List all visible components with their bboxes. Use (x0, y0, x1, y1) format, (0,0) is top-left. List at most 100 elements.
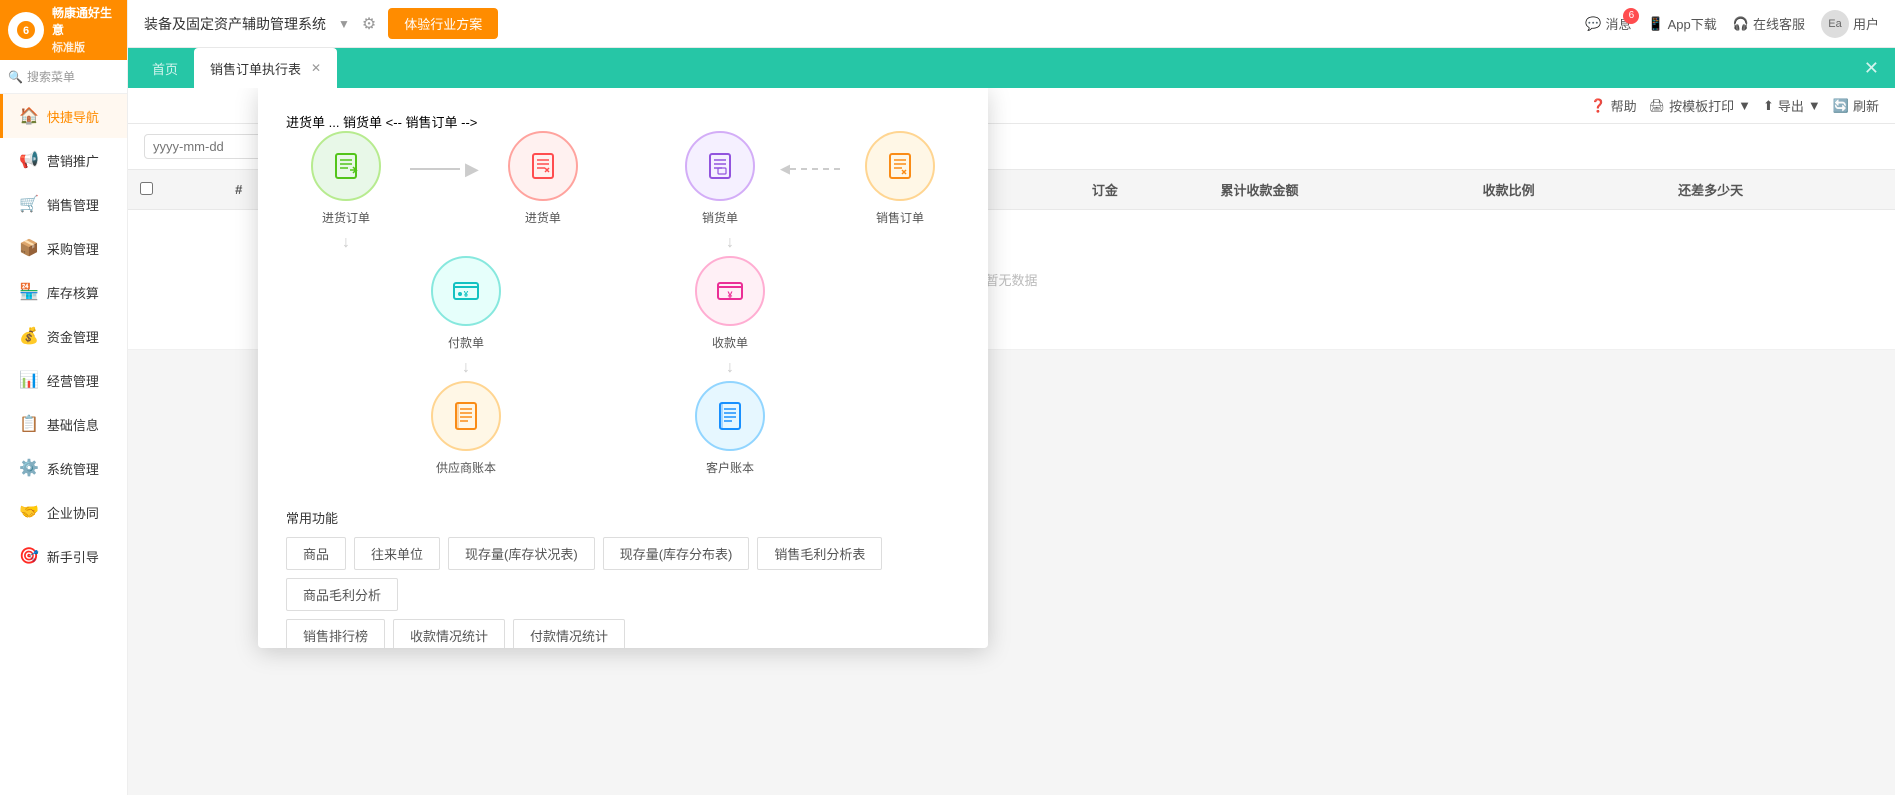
tab-bar: 首页 销售订单执行表 ✕ ✕ (128, 48, 1895, 88)
logo-sub: 标准版 (52, 39, 119, 55)
flow-node-customer-account[interactable]: 客户账本 (670, 381, 790, 476)
common-btn-receipt-stat[interactable]: 收款情况统计 (393, 619, 505, 648)
common-btn-payment-stat[interactable]: 付款情况统计 (513, 619, 625, 648)
flow-node-sales-order[interactable]: 销售订单 (840, 131, 960, 226)
marketing-icon: 📢 (19, 150, 39, 170)
supplier-account-icon (431, 381, 501, 451)
sidebar-item-collab[interactable]: 🤝 企业协同 (0, 490, 127, 534)
modal-box: 进货单 ... 销货单 <-- 销售订单 --> 进货订单 ▶ (258, 88, 988, 648)
down-arrow-1: ↓ (286, 234, 406, 252)
sales-bill-label: 销货单 (702, 209, 738, 226)
collab-icon: 🤝 (19, 502, 39, 522)
dropdown-icon[interactable]: ▼ (338, 17, 350, 31)
system-title: 装备及固定资产辅助管理系统 (144, 14, 326, 34)
finance-icon: 💰 (19, 326, 39, 346)
guide-icon: 🎯 (19, 546, 39, 566)
col-checkbox[interactable] (128, 170, 223, 210)
business-icon: 📊 (19, 370, 39, 390)
receipt-label: 收款单 (712, 334, 748, 351)
tab-home[interactable]: 首页 (136, 48, 194, 88)
common-functions-section: 常用功能 商品 往来单位 现存量(库存状况表) 现存量(库存分布表) 销售毛利分… (286, 508, 960, 648)
tab-sales-order-label: 销售订单执行表 (210, 59, 301, 78)
search-label: 搜索菜单 (27, 68, 75, 85)
sidebar-item-label: 新手引导 (47, 547, 99, 566)
purchase-bill-icon (508, 131, 578, 201)
tab-bar-close-icon[interactable]: ✕ (1856, 58, 1887, 79)
sales-order-icon (865, 131, 935, 201)
flow-node-sales-bill[interactable]: 销货单 (660, 131, 780, 226)
sidebar-item-label: 库存核算 (47, 283, 99, 302)
app-icon: 📱 (1647, 16, 1663, 32)
sales-bill-icon (685, 131, 755, 201)
service-icon: 🎧 (1733, 16, 1749, 32)
svg-text:6: 6 (23, 25, 29, 37)
search-icon: 🔍 (8, 70, 23, 84)
sidebar-item-purchase[interactable]: 📦 采购管理 (0, 226, 127, 270)
sidebar-item-business[interactable]: 📊 经营管理 (0, 358, 127, 402)
purchase-bill-label: 进货单 (525, 209, 561, 226)
sidebar-item-label: 经营管理 (47, 371, 99, 390)
tab-close-icon[interactable]: ✕ (311, 61, 321, 75)
select-all-checkbox[interactable] (140, 182, 153, 195)
sidebar-item-label: 采购管理 (47, 239, 99, 258)
flow-node-supplier-account[interactable]: 供应商账本 (406, 381, 526, 476)
sidebar-item-system[interactable]: ⚙️ 系统管理 (0, 446, 127, 490)
flow-row-1: 进货订单 ▶ 进货单 (286, 131, 960, 234)
dashed-arrow-1: ◀ (780, 161, 840, 177)
sidebar-item-marketing[interactable]: 📢 营销推广 (0, 138, 127, 182)
common-btn-sales-profit[interactable]: 销售毛利分析表 (757, 537, 882, 570)
common-btn-stock-status[interactable]: 现存量(库存状况表) (448, 537, 595, 570)
tab-sales-order[interactable]: 销售订单执行表 ✕ (194, 48, 337, 88)
sidebar-item-sales[interactable]: 🛒 销售管理 (0, 182, 127, 226)
sidebar-item-label: 销售管理 (47, 195, 99, 214)
sidebar-item-basic[interactable]: 📋 基础信息 (0, 402, 127, 446)
sidebar-item-label: 基础信息 (47, 415, 99, 434)
sidebar-nav: 🏠 快捷导航 📢 营销推广 🛒 销售管理 📦 采购管理 🏪 库存核算 💰 资金管… (0, 94, 127, 795)
flow-node-purchase-order[interactable]: 进货订单 (286, 131, 406, 226)
search-menu[interactable]: 🔍 搜索菜单 (0, 60, 127, 94)
common-buttons-row-2: 销售排行榜 收款情况统计 付款情况统计 (286, 619, 960, 648)
sidebar-item-guide[interactable]: 🎯 新手引导 (0, 534, 127, 578)
purchase-order-icon (311, 131, 381, 201)
down-arrows-row-2: ↓ ↓ (286, 359, 960, 381)
common-btn-stock-dist[interactable]: 现存量(库存分布表) (603, 537, 750, 570)
tab-home-label: 首页 (152, 59, 178, 78)
arrow-1: ▶ (406, 158, 483, 180)
service-btn[interactable]: 🎧 在线客服 (1733, 14, 1805, 33)
down-arrow-2: ↓ (670, 234, 790, 252)
message-btn[interactable]: 💬 消息 6 (1585, 14, 1631, 33)
sales-icon: 🛒 (19, 194, 39, 214)
payment-icon: ¥ (431, 256, 501, 326)
sidebar-item-finance[interactable]: 💰 资金管理 (0, 314, 127, 358)
common-functions-title: 常用功能 (286, 508, 960, 527)
modal-overlay: 进货单 ... 销货单 <-- 销售订单 --> 进货订单 ▶ (258, 88, 1895, 795)
user-btn[interactable]: Ea 用户 (1821, 10, 1879, 38)
common-btn-sales-rank[interactable]: 销售排行榜 (286, 619, 385, 648)
main-area: 装备及固定资产辅助管理系统 ▼ ⚙ 体验行业方案 💬 消息 6 📱 App下载 … (128, 0, 1895, 795)
flow-node-payment[interactable]: ¥ 付款单 (406, 256, 526, 351)
avatar: Ea (1821, 10, 1849, 38)
common-btn-product[interactable]: 商品 (286, 537, 346, 570)
sidebar-item-quick[interactable]: 🏠 快捷导航 (0, 94, 127, 138)
flow-row-2: ¥ 付款单 ¥ 收款单 (286, 256, 960, 359)
flow-row-3: 供应商账本 客户账本 (286, 381, 960, 492)
common-btn-product-profit[interactable]: 商品毛利分析 (286, 578, 398, 611)
common-btn-partner[interactable]: 往来单位 (354, 537, 440, 570)
sales-order-label: 销售订单 (876, 209, 924, 226)
logo-icon: 6 (8, 12, 44, 48)
top-header: 装备及固定资产辅助管理系统 ▼ ⚙ 体验行业方案 💬 消息 6 📱 App下载 … (128, 0, 1895, 48)
home-icon: 🏠 (19, 106, 39, 126)
message-badge: 6 (1623, 8, 1639, 24)
app-download-btn[interactable]: 📱 App下载 (1647, 14, 1716, 33)
settings-icon[interactable]: ⚙ (362, 14, 376, 34)
payment-label: 付款单 (448, 334, 484, 351)
purchase-icon: 📦 (19, 238, 39, 258)
sidebar-item-label: 资金管理 (47, 327, 99, 346)
down-arrow-4: ↓ (670, 359, 790, 377)
sidebar-item-label: 系统管理 (47, 459, 99, 478)
trial-button[interactable]: 体验行业方案 (388, 8, 498, 39)
header-right: 💬 消息 6 📱 App下载 🎧 在线客服 Ea 用户 (1585, 10, 1879, 38)
flow-node-purchase-bill[interactable]: 进货单 (483, 131, 603, 226)
flow-node-receipt[interactable]: ¥ 收款单 (670, 256, 790, 351)
sidebar-item-inventory[interactable]: 🏪 库存核算 (0, 270, 127, 314)
